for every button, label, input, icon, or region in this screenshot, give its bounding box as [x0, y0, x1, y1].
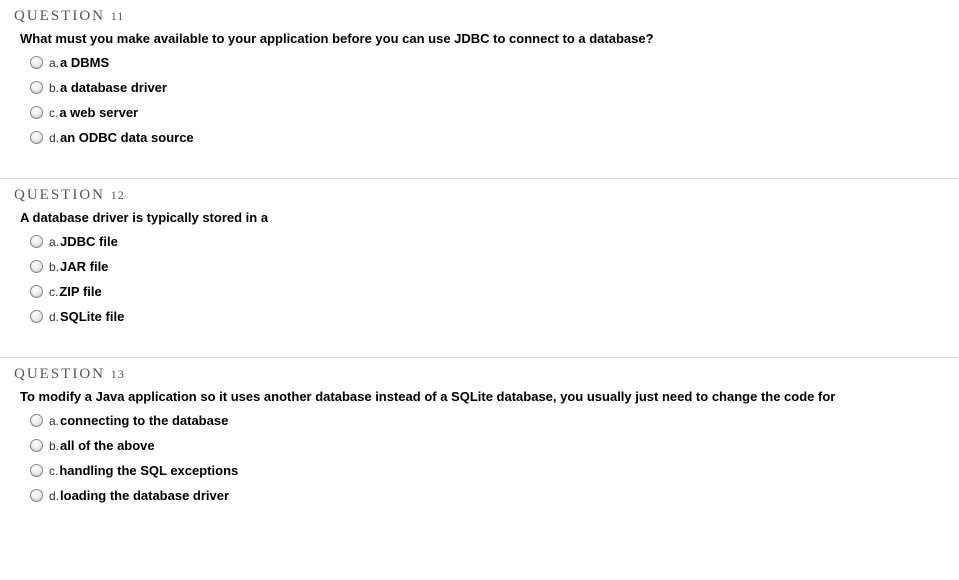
option-row[interactable]: a. JDBC file — [30, 229, 945, 254]
question-header: QUESTION 11 — [14, 8, 945, 25]
option-row[interactable]: b. all of the above — [30, 433, 945, 458]
options-list: a. connecting to the database b. all of … — [30, 408, 945, 508]
option-letter: a. — [49, 414, 59, 428]
question-text: To modify a Java application so it uses … — [20, 389, 945, 404]
radio-icon[interactable] — [30, 439, 43, 452]
option-text: loading the database driver — [60, 488, 229, 503]
radio-icon[interactable] — [30, 106, 43, 119]
option-row[interactable]: d. an ODBC data source — [30, 125, 945, 150]
radio-icon[interactable] — [30, 131, 43, 144]
option-letter: a. — [49, 235, 59, 249]
question-block-11: QUESTION 11 What must you make available… — [0, 0, 959, 178]
radio-icon[interactable] — [30, 464, 43, 477]
option-row[interactable]: d. loading the database driver — [30, 483, 945, 508]
question-header: QUESTION 12 — [14, 187, 945, 204]
option-row[interactable]: c. a web server — [30, 100, 945, 125]
option-letter: d. — [49, 131, 59, 145]
radio-icon[interactable] — [30, 285, 43, 298]
option-row[interactable]: d. SQLite file — [30, 304, 945, 329]
option-text: handling the SQL exceptions — [59, 463, 238, 478]
question-text: A database driver is typically stored in… — [20, 210, 945, 225]
option-letter: a. — [49, 56, 59, 70]
option-row[interactable]: c. handling the SQL exceptions — [30, 458, 945, 483]
question-label: QUESTION — [14, 366, 105, 382]
option-letter: d. — [49, 310, 59, 324]
option-letter: b. — [49, 439, 59, 453]
option-letter: c. — [49, 464, 58, 478]
option-letter: b. — [49, 260, 59, 274]
question-label: QUESTION — [14, 8, 105, 24]
radio-icon[interactable] — [30, 81, 43, 94]
radio-icon[interactable] — [30, 310, 43, 323]
options-list: a. JDBC file b. JAR file c. ZIP file d. … — [30, 229, 945, 329]
option-text: JDBC file — [60, 234, 118, 249]
radio-icon[interactable] — [30, 489, 43, 502]
options-list: a. a DBMS b. a database driver c. a web … — [30, 50, 945, 150]
option-row[interactable]: a. connecting to the database — [30, 408, 945, 433]
question-header: QUESTION 13 — [14, 366, 945, 383]
question-text: What must you make available to your app… — [20, 31, 945, 46]
option-letter: c. — [49, 106, 58, 120]
question-block-12: QUESTION 12 A database driver is typical… — [0, 179, 959, 357]
radio-icon[interactable] — [30, 235, 43, 248]
option-row[interactable]: b. a database driver — [30, 75, 945, 100]
option-text: a DBMS — [60, 55, 109, 70]
question-label: QUESTION — [14, 187, 105, 203]
question-number: 13 — [111, 367, 125, 381]
radio-icon[interactable] — [30, 260, 43, 273]
option-text: SQLite file — [60, 309, 124, 324]
option-text: ZIP file — [59, 284, 101, 299]
option-text: an ODBC data source — [60, 130, 194, 145]
question-number: 11 — [111, 9, 125, 23]
option-row[interactable]: c. ZIP file — [30, 279, 945, 304]
option-text: all of the above — [60, 438, 155, 453]
option-text: connecting to the database — [60, 413, 228, 428]
option-text: a database driver — [60, 80, 167, 95]
option-text: a web server — [59, 105, 138, 120]
option-letter: d. — [49, 489, 59, 503]
option-letter: c. — [49, 285, 58, 299]
question-block-13: QUESTION 13 To modify a Java application… — [0, 358, 959, 536]
question-number: 12 — [111, 188, 125, 202]
option-row[interactable]: b. JAR file — [30, 254, 945, 279]
radio-icon[interactable] — [30, 56, 43, 69]
radio-icon[interactable] — [30, 414, 43, 427]
option-letter: b. — [49, 81, 59, 95]
option-text: JAR file — [60, 259, 108, 274]
option-row[interactable]: a. a DBMS — [30, 50, 945, 75]
